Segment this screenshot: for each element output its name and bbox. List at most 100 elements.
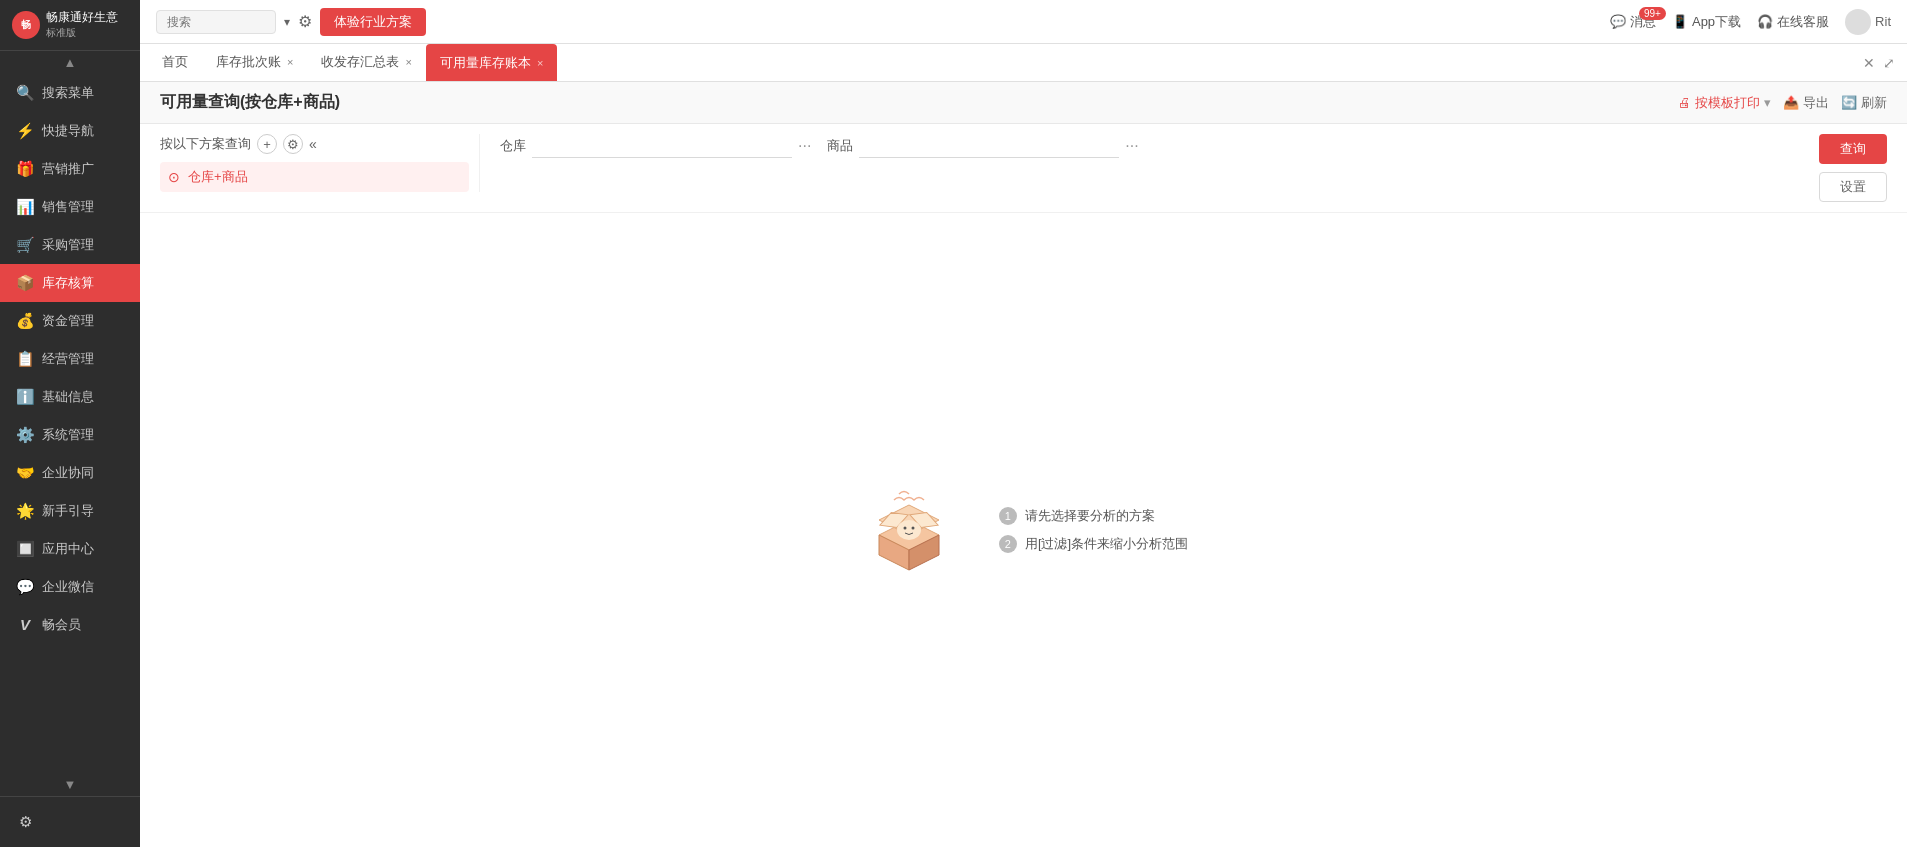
- svg-point-8: [911, 527, 914, 530]
- top-bar: ▾ ⚙ 体验行业方案 💬 消息 99+ 📱 App下载 🎧 在线客服 Rit: [140, 0, 1907, 44]
- top-bar-left: ▾ ⚙ 体验行业方案: [156, 8, 426, 36]
- page-title: 可用量查询(按仓库+商品): [160, 92, 340, 113]
- close-tab-icon[interactable]: ✕: [1863, 55, 1875, 71]
- sidebar-item-marketing[interactable]: 🎁 营销推广: [0, 150, 140, 188]
- scheme-item-icon: ⊙: [168, 169, 180, 185]
- empty-illustration: [859, 480, 959, 580]
- user-profile[interactable]: Rit: [1845, 9, 1891, 35]
- print-icon: 🖨: [1678, 95, 1691, 110]
- online-service-btn[interactable]: 🎧 在线客服: [1757, 13, 1829, 31]
- settings-gear-icon[interactable]: ⚙: [298, 12, 312, 31]
- sidebar-item-enterprise[interactable]: 🤝 企业协同: [0, 454, 140, 492]
- tab-collect-deposit[interactable]: 收发存汇总表 ×: [307, 44, 425, 81]
- sidebar-item-inventory[interactable]: 📦 库存核算: [0, 264, 140, 302]
- top-search-input[interactable]: [156, 10, 276, 34]
- top-bar-right: 💬 消息 99+ 📱 App下载 🎧 在线客服 Rit: [1610, 9, 1891, 35]
- print-btn[interactable]: 🖨 按模板打印 ▾: [1678, 94, 1771, 112]
- sidebar-item-shortcut[interactable]: ⚡ 快捷导航: [0, 112, 140, 150]
- settings-bottom-icon: ⚙: [16, 813, 34, 831]
- phone-icon: 📱: [1672, 14, 1688, 29]
- sidebar-logo: 畅 畅康通好生意 标准版: [12, 10, 128, 40]
- tabs-actions: ✕ ⤢: [1863, 44, 1899, 81]
- tabs-bar: 首页 库存批次账 × 收发存汇总表 × 可用量库存账本 × ✕ ⤢: [140, 44, 1907, 82]
- sidebar-item-ops[interactable]: 📋 经营管理: [0, 340, 140, 378]
- scroll-down-arrow[interactable]: ▼: [0, 773, 140, 796]
- sidebar-settings[interactable]: ⚙: [0, 805, 140, 839]
- sidebar-item-search[interactable]: 🔍 搜索菜单: [0, 74, 140, 112]
- tab-close-collect-deposit[interactable]: ×: [405, 56, 411, 68]
- sidebar: 畅 畅康通好生意 标准版 ▲ 🔍 搜索菜单 ⚡ 快捷导航 🎁 营销推广 📊 销售…: [0, 0, 140, 847]
- product-input[interactable]: [859, 134, 1119, 158]
- ops-icon: 📋: [16, 350, 34, 368]
- search-icon: 🔍: [16, 84, 34, 102]
- sidebar-header: 畅 畅康通好生意 标准版: [0, 0, 140, 51]
- sidebar-nav: 🔍 搜索菜单 ⚡ 快捷导航 🎁 营销推广 📊 销售管理 🛒 采购管理 📦 库存核…: [0, 74, 140, 773]
- filter-settings-button[interactable]: 设置: [1819, 172, 1887, 202]
- page-content: 可用量查询(按仓库+商品) 🖨 按模板打印 ▾ 📤 导出 🔄 刷新: [140, 82, 1907, 847]
- inventory-icon: 📦: [16, 274, 34, 292]
- headset-icon: 🎧: [1757, 14, 1773, 29]
- system-icon: ⚙️: [16, 426, 34, 444]
- print-dropdown-icon[interactable]: ▾: [1764, 95, 1771, 110]
- tab-available-inventory[interactable]: 可用量库存账本 ×: [426, 44, 557, 81]
- sales-icon: 📊: [16, 198, 34, 216]
- scheme-item-warehouse-product[interactable]: ⊙ 仓库+商品: [160, 162, 469, 192]
- scheme-settings-btn[interactable]: ⚙: [283, 134, 303, 154]
- top-dropdown[interactable]: ▾: [284, 15, 290, 29]
- enterprise-icon: 🤝: [16, 464, 34, 482]
- sidebar-item-wechat[interactable]: 💬 企业微信: [0, 568, 140, 606]
- collapse-scheme-btn[interactable]: «: [309, 136, 317, 152]
- marketing-icon: 🎁: [16, 160, 34, 178]
- sidebar-item-basic[interactable]: ℹ️ 基础信息: [0, 378, 140, 416]
- sidebar-item-purchase[interactable]: 🛒 采购管理: [0, 226, 140, 264]
- basic-icon: ℹ️: [16, 388, 34, 406]
- add-scheme-btn[interactable]: +: [257, 134, 277, 154]
- sidebar-item-sales[interactable]: 📊 销售管理: [0, 188, 140, 226]
- main-area: ▾ ⚙ 体验行业方案 💬 消息 99+ 📱 App下载 🎧 在线客服 Rit: [140, 0, 1907, 847]
- industry-btn[interactable]: 体验行业方案: [320, 8, 426, 36]
- tab-close-inventory-batch[interactable]: ×: [287, 56, 293, 68]
- logo-text: 畅康通好生意 标准版: [46, 10, 118, 40]
- tab-home[interactable]: 首页: [148, 44, 202, 81]
- message-btn[interactable]: 💬 消息 99+: [1610, 13, 1656, 31]
- filter-field-warehouse: 仓库 ···: [500, 134, 811, 158]
- product-more-btn[interactable]: ···: [1125, 137, 1138, 155]
- message-icon: 💬: [1610, 14, 1626, 29]
- expand-icon[interactable]: ⤢: [1883, 55, 1895, 71]
- logo-icon: 畅: [12, 11, 40, 39]
- purchase-icon: 🛒: [16, 236, 34, 254]
- tab-close-available-inventory[interactable]: ×: [537, 57, 543, 69]
- svg-point-7: [903, 527, 906, 530]
- refresh-icon: 🔄: [1841, 95, 1857, 110]
- sidebar-bottom: ⚙: [0, 796, 140, 847]
- warehouse-input[interactable]: [532, 134, 792, 158]
- scroll-up-arrow[interactable]: ▲: [0, 51, 140, 74]
- sidebar-item-member[interactable]: V 畅会员: [0, 606, 140, 644]
- filter-scheme-header: 按以下方案查询 + ⚙ «: [160, 134, 469, 154]
- sidebar-item-guide[interactable]: 🌟 新手引导: [0, 492, 140, 530]
- sidebar-item-finance[interactable]: 💰 资金管理: [0, 302, 140, 340]
- empty-hint-1: 1 请先选择要分析的方案: [999, 507, 1188, 525]
- filter-field-product: 商品 ···: [827, 134, 1138, 158]
- refresh-btn[interactable]: 🔄 刷新: [1841, 94, 1887, 112]
- guide-icon: 🌟: [16, 502, 34, 520]
- empty-hints: 1 请先选择要分析的方案 2 用[过滤]条件来缩小分析范围: [999, 507, 1188, 553]
- finance-icon: 💰: [16, 312, 34, 330]
- avatar: [1845, 9, 1871, 35]
- warehouse-more-btn[interactable]: ···: [798, 137, 811, 155]
- member-icon: V: [16, 616, 34, 634]
- export-icon: 📤: [1783, 95, 1799, 110]
- page-header: 可用量查询(按仓库+商品) 🖨 按模板打印 ▾ 📤 导出 🔄 刷新: [140, 82, 1907, 124]
- export-btn[interactable]: 📤 导出: [1783, 94, 1829, 112]
- sidebar-item-appcenter[interactable]: 🔲 应用中心: [0, 530, 140, 568]
- empty-state-inner: 1 请先选择要分析的方案 2 用[过滤]条件来缩小分析范围: [859, 480, 1188, 580]
- query-button[interactable]: 查询: [1819, 134, 1887, 164]
- filter-scheme-panel: 按以下方案查询 + ⚙ « ⊙ 仓库+商品: [160, 134, 480, 192]
- wechat-icon: 💬: [16, 578, 34, 596]
- sidebar-item-system[interactable]: ⚙️ 系统管理: [0, 416, 140, 454]
- page-header-actions: 🖨 按模板打印 ▾ 📤 导出 🔄 刷新: [1678, 94, 1887, 112]
- app-download-btn[interactable]: 📱 App下载: [1672, 13, 1741, 31]
- filter-section: 按以下方案查询 + ⚙ « ⊙ 仓库+商品 仓库 ··· 商品: [140, 124, 1907, 213]
- appcenter-icon: 🔲: [16, 540, 34, 558]
- tab-inventory-batch[interactable]: 库存批次账 ×: [202, 44, 307, 81]
